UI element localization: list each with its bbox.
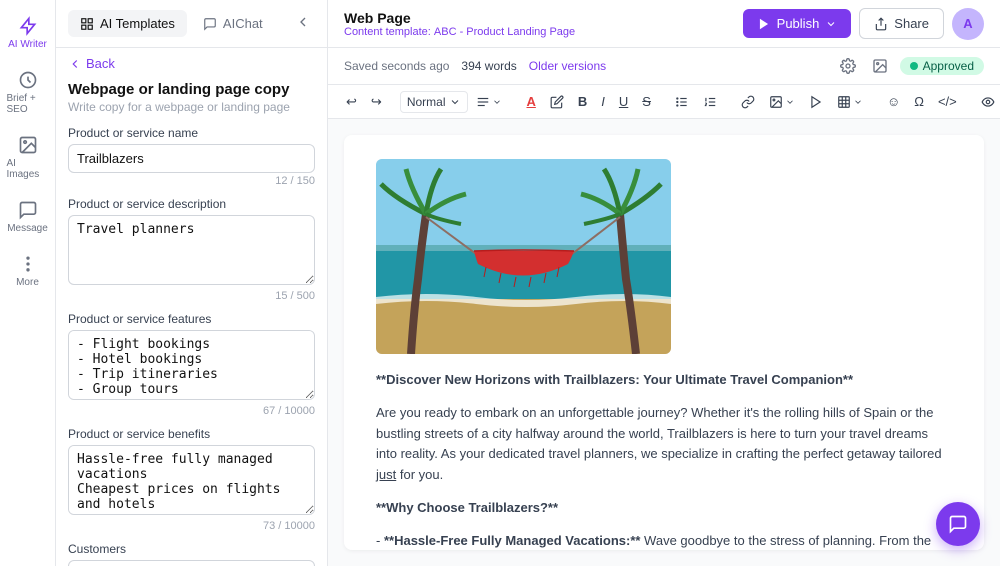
nav-item-brief-seo[interactable]: Brief + SEO: [3, 62, 53, 123]
nav-label-message: Message: [7, 223, 48, 234]
tab-ai-templates-label: AI Templates: [100, 16, 175, 31]
nav-item-ai-images[interactable]: AI Images: [3, 127, 53, 188]
emoji-button[interactable]: ☺: [881, 90, 906, 113]
undo-button[interactable]: ↩: [340, 90, 363, 114]
nav-item-ai-writer[interactable]: AI Writer: [3, 8, 53, 58]
tab-aichat[interactable]: AIChat: [191, 10, 275, 37]
paint-button[interactable]: [975, 91, 1000, 113]
product-name-label: Product or service name: [68, 126, 315, 140]
media-button[interactable]: [763, 91, 801, 113]
beach-svg: [376, 159, 671, 354]
older-versions-link[interactable]: Older versions: [529, 59, 606, 73]
link-button[interactable]: [735, 91, 761, 113]
editor-meta-bar: Saved seconds ago 394 words Older versio…: [328, 48, 1000, 85]
numbered-list-button[interactable]: [697, 91, 723, 113]
editor-wrapper: Saved seconds ago 394 words Older versio…: [328, 48, 1000, 566]
settings-icon-button[interactable]: [836, 54, 860, 78]
sidebar-back-button[interactable]: Back: [56, 48, 327, 71]
content-template-info: Content template: ABC - Product Landing …: [344, 26, 575, 38]
product-benefits-input[interactable]: Hassle-free fully managed vacations Chea…: [68, 445, 315, 515]
status-label: Approved: [923, 59, 974, 73]
underline-button[interactable]: U: [613, 90, 634, 113]
template-name: ABC - Product Landing Page: [434, 26, 575, 38]
nav-label-ai-writer: AI Writer: [8, 39, 47, 50]
content-template-label: Content template:: [344, 26, 431, 38]
product-features-counter: 67 / 10000: [68, 405, 315, 417]
sidebar-form: Webpage or landing page copy Write copy …: [56, 71, 327, 566]
editor-text-content[interactable]: **Discover New Horizons with Trailblazer…: [376, 370, 952, 550]
text-color-button[interactable]: A: [520, 90, 541, 113]
page-title: Web Page: [344, 10, 575, 26]
product-name-counter: 12 / 150: [68, 175, 315, 187]
publish-label: Publish: [777, 16, 820, 31]
top-bar-left: Web Page Content template: ABC - Product…: [344, 10, 575, 38]
tab-ai-templates[interactable]: AI Templates: [68, 10, 187, 37]
code-button[interactable]: </>: [932, 90, 963, 113]
tab-aichat-label: AIChat: [223, 16, 263, 31]
product-features-input[interactable]: - Flight bookings - Hotel bookings - Tri…: [68, 330, 315, 400]
style-label: Normal: [407, 95, 446, 109]
content-para1: Are you ready to embark on an unforgetta…: [376, 403, 952, 486]
product-name-input[interactable]: [68, 144, 315, 173]
table-button[interactable]: [831, 91, 869, 113]
style-select[interactable]: Normal: [400, 91, 469, 113]
product-benefits-label: Product or service benefits: [68, 427, 315, 441]
nav-label-brief-seo: Brief + SEO: [7, 93, 49, 115]
customers-label: Customers: [68, 542, 315, 556]
publish-button[interactable]: Publish: [743, 9, 852, 38]
main-area: Web Page Content template: ABC - Product…: [328, 0, 1000, 566]
bold-button[interactable]: B: [572, 90, 593, 113]
product-features-label: Product or service features: [68, 312, 315, 326]
status-badge: Approved: [900, 57, 984, 75]
word-count: 394 words: [461, 59, 516, 73]
special-char-button[interactable]: Ω: [908, 90, 930, 113]
user-avatar[interactable]: A: [952, 8, 984, 40]
strikethrough-button[interactable]: S: [636, 90, 657, 113]
form-subtitle: Write copy for a webpage or landing page: [68, 100, 315, 114]
sidebar-tabs: AI Templates AIChat: [68, 10, 275, 37]
nav-label-more: More: [16, 277, 39, 288]
back-label: Back: [86, 56, 115, 71]
bullet-list-button[interactable]: [669, 91, 695, 113]
nav-item-message[interactable]: Message: [3, 192, 53, 242]
nav-label-ai-images: AI Images: [7, 158, 49, 180]
redo-button[interactable]: ↪: [365, 90, 388, 114]
editor-toolbar: ↩ ↪ Normal A B I U S: [328, 85, 1000, 119]
collapse-sidebar-button[interactable]: [291, 10, 315, 37]
top-bar: Web Page Content template: ABC - Product…: [328, 0, 1000, 48]
product-desc-counter: 15 / 500: [68, 290, 315, 302]
content-bullet1: - **Hassle-Free Fully Managed Vacations:…: [376, 531, 952, 550]
share-button[interactable]: Share: [859, 8, 944, 39]
sidebar: AI Templates AIChat Back Webpage or land…: [56, 0, 328, 566]
image-icon-button[interactable]: [868, 54, 892, 78]
form-title: Webpage or landing page copy: [68, 81, 315, 98]
editor-meta-right: Approved: [836, 54, 984, 78]
highlight-button[interactable]: [544, 91, 570, 113]
nav-item-more[interactable]: More: [3, 246, 53, 296]
play-button[interactable]: [803, 91, 829, 113]
editor-meta-left: Saved seconds ago 394 words Older versio…: [344, 59, 606, 73]
product-benefits-counter: 73 / 10000: [68, 520, 315, 532]
content-heading: **Discover New Horizons with Trailblazer…: [376, 370, 952, 391]
chat-fab-button[interactable]: [936, 502, 980, 546]
left-navigation: AI Writer Brief + SEO AI Images Message …: [0, 0, 56, 566]
product-desc-label: Product or service description: [68, 197, 315, 211]
top-bar-actions: Publish Share A: [743, 8, 984, 40]
saved-text: Saved seconds ago: [344, 59, 449, 73]
content-heading2: **Why Choose Trailblazers?**: [376, 498, 952, 519]
status-dot: [910, 62, 918, 70]
content-image: [376, 159, 671, 354]
product-desc-input[interactable]: Travel planners: [68, 215, 315, 285]
align-button[interactable]: [470, 91, 508, 113]
customers-input[interactable]: [68, 560, 315, 566]
share-label: Share: [894, 16, 929, 31]
sidebar-header: AI Templates AIChat: [56, 0, 327, 48]
editor-content[interactable]: **Discover New Horizons with Trailblazer…: [344, 135, 984, 550]
italic-button[interactable]: I: [595, 90, 611, 113]
